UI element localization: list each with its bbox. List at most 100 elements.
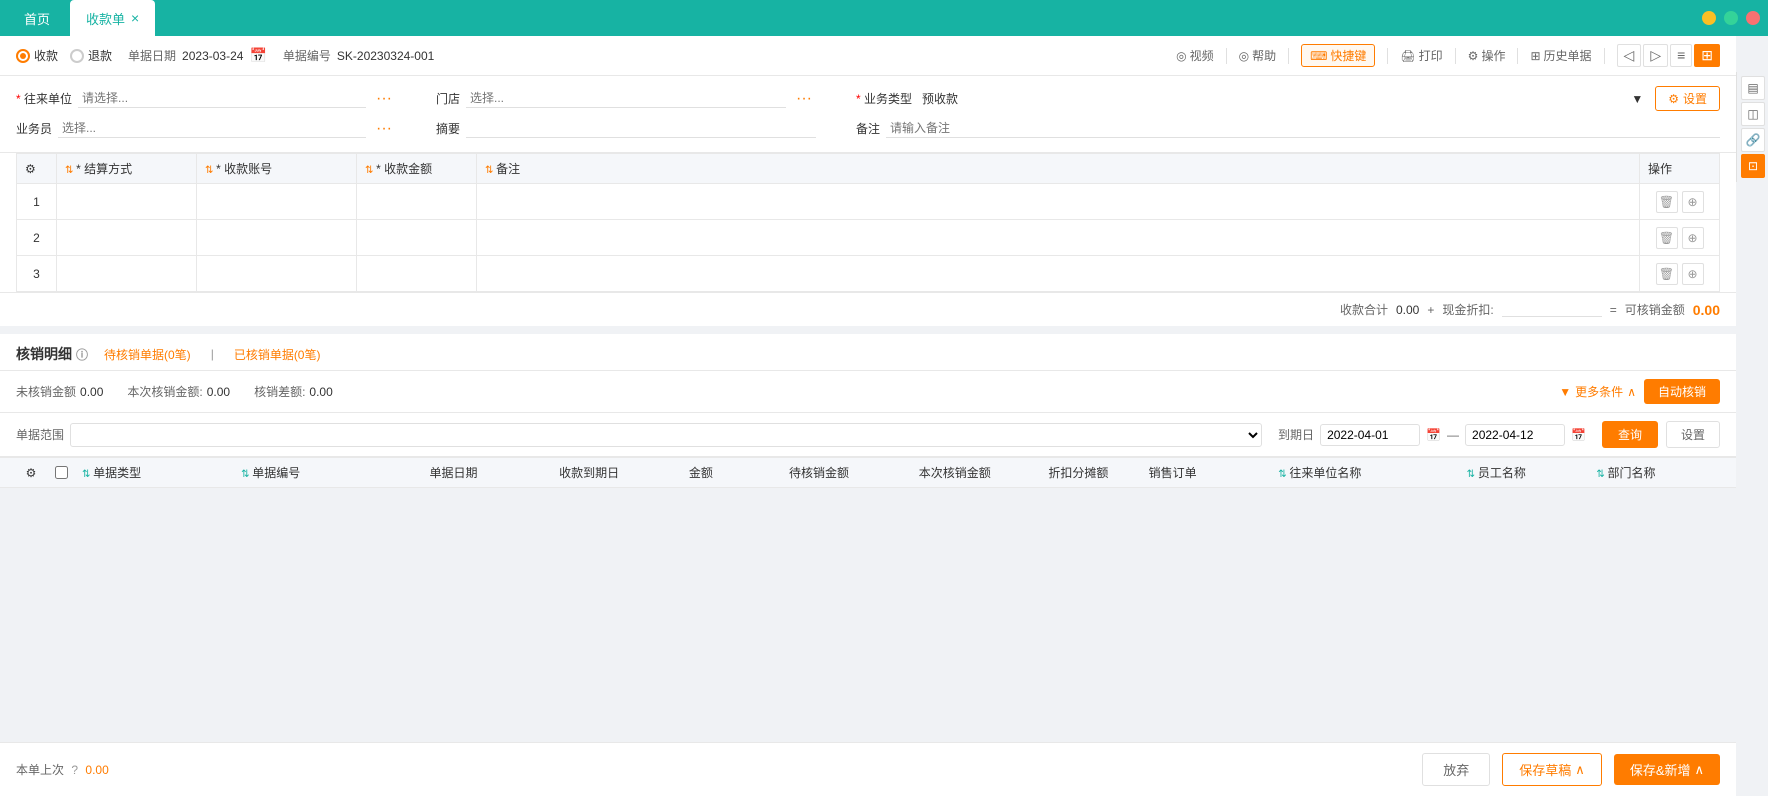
row-account[interactable] (197, 220, 357, 256)
section2-header: 核销明细 ⓘ 待核销单据(0笔) | 已核销单据(0笔) (0, 334, 1736, 371)
remark-input[interactable] (886, 119, 1720, 138)
staff-input[interactable] (58, 119, 366, 138)
upper-section: 收款 退款 单据日期 2023-03-24 📅 单据编号 SK-20230324… (0, 36, 1736, 326)
available-value: 0.00 (1693, 302, 1720, 318)
row-copy-btn[interactable]: ⊕ (1682, 263, 1704, 285)
date-value: 2023-03-24 (182, 49, 243, 63)
sidebar-tool-1[interactable]: ▤ (1741, 76, 1765, 100)
calendar-from-icon[interactable]: 📅 (1426, 428, 1441, 442)
th-checkbox[interactable] (46, 466, 76, 479)
print-btn[interactable]: 🖨 打印 (1400, 47, 1442, 64)
pending-tab[interactable]: 待核销单据(0笔) (104, 346, 191, 363)
date-range-field: 到期日 📅 — 📅 (1278, 424, 1586, 446)
counterparty-more-btn[interactable]: ··· (372, 90, 396, 108)
info-icon[interactable]: ⓘ (76, 346, 88, 363)
save-new-button[interactable]: 保存&新增 ∧ (1614, 754, 1720, 785)
form-row-2: 业务员 ··· 摘要 备注 (16, 119, 1720, 138)
help-btn[interactable]: ◎ 帮助 (1239, 47, 1277, 64)
staff-more-btn[interactable]: ··· (372, 120, 396, 138)
more-filter-btn[interactable]: ▼ 更多条件 ∧ (1559, 383, 1636, 400)
query-btn[interactable]: 查询 (1602, 421, 1658, 448)
row-settle[interactable] (57, 184, 197, 220)
calendar-to-icon[interactable]: 📅 (1571, 428, 1586, 442)
row-settle[interactable] (57, 220, 197, 256)
summary-input[interactable] (466, 119, 816, 138)
row-amount[interactable] (357, 184, 477, 220)
video-btn[interactable]: ◎ 视频 (1176, 47, 1214, 64)
row-account[interactable] (197, 256, 357, 292)
store-input[interactable] (466, 89, 786, 108)
th-staff: ⇅ 员工名称 (1461, 464, 1591, 481)
operation-icon: ⚙ (1468, 49, 1479, 63)
row-copy-btn[interactable]: ⊕ (1682, 191, 1704, 213)
tab-separator: | (211, 347, 214, 361)
history-btn[interactable]: ⊞ 历史单据 (1530, 47, 1591, 64)
row-delete-btn[interactable]: 🗑 (1656, 227, 1678, 249)
store-more-btn[interactable]: ··· (792, 90, 816, 108)
row-copy-btn[interactable]: ⊕ (1682, 227, 1704, 249)
operation-btn[interactable]: ⚙ 操作 (1468, 47, 1506, 64)
discard-button[interactable]: 放弃 (1422, 753, 1490, 786)
radio-tuikuan[interactable]: 退款 (70, 47, 112, 64)
view-prev-btn[interactable]: ▷ (1643, 44, 1668, 67)
calendar-icon[interactable]: 📅 (249, 47, 266, 64)
th-dept: ⇅ 部门名称 (1590, 464, 1720, 481)
range-select[interactable] (70, 423, 1262, 447)
view-list2-btn[interactable]: ≡ (1670, 44, 1692, 67)
row-remark[interactable] (477, 220, 1640, 256)
stat-diff: 核销差额: 0.00 (254, 383, 333, 400)
row-settle[interactable] (57, 256, 197, 292)
equals-sign: = (1610, 303, 1617, 317)
sidebar-tool-2[interactable]: ◫ (1741, 102, 1765, 126)
window-maximize-btn[interactable] (1724, 11, 1738, 25)
done-tab[interactable]: 已核销单据(0笔) (234, 346, 321, 363)
th-gear-s2[interactable]: ⚙ (16, 466, 46, 480)
view-list-btn[interactable]: ◁ (1617, 44, 1642, 67)
settings2-btn[interactable]: 设置 (1666, 421, 1720, 448)
sidebar-tool-4[interactable]: ⊡ (1741, 154, 1765, 178)
biz-required: * (856, 92, 864, 106)
form-area: * 往来单位 ··· 门店 ··· * 业务类型 预收款 (0, 76, 1736, 153)
divider-1 (1226, 48, 1227, 64)
store-label: 门店 (436, 90, 460, 107)
row-remark[interactable] (477, 184, 1640, 220)
operation-label: 操作 (1481, 47, 1505, 64)
section2-stats: 未核销金额 0.00 本次核销金额: 0.00 核销差额: 0.00 ▼ 更多条… (0, 371, 1736, 413)
save-draft-button[interactable]: 保存草稿 ∧ (1502, 753, 1602, 786)
settings-button[interactable]: ⚙ 设置 (1655, 86, 1720, 111)
tab-close-icon[interactable]: × (131, 10, 139, 26)
biz-type-dropdown-icon[interactable]: ▼ (1631, 92, 1643, 106)
sidebar-tool-3[interactable]: 🔗 (1741, 128, 1765, 152)
select-all-checkbox[interactable] (55, 466, 68, 479)
question-icon[interactable]: ? (71, 763, 78, 777)
row-remark[interactable] (477, 256, 1640, 292)
counterparty-input[interactable] (78, 89, 366, 108)
tab-home[interactable]: 首页 (8, 0, 66, 36)
th-gear[interactable]: ⚙ (17, 154, 57, 184)
row-action: 🗑 ⊕ (1640, 220, 1720, 256)
discount-input[interactable] (1502, 302, 1602, 317)
history-icon: ⊞ (1530, 49, 1540, 63)
biz-type-value: 预收款 (922, 90, 958, 107)
row-amount[interactable] (357, 256, 477, 292)
radio-shoukuan[interactable]: 收款 (16, 47, 58, 64)
section2-title: 核销明细 ⓘ (16, 344, 88, 364)
tab-active[interactable]: 收款单 × (70, 0, 155, 36)
view-grid-btn[interactable]: ⊞ (1694, 44, 1720, 67)
shortcut-btn[interactable]: ⌨ 快捷键 (1301, 44, 1375, 67)
window-minimize-btn[interactable] (1702, 11, 1716, 25)
date-from-input[interactable] (1320, 424, 1420, 446)
row-delete-btn[interactable]: 🗑 (1656, 263, 1678, 285)
counterparty-label: * 往来单位 (16, 90, 72, 107)
row-account[interactable] (197, 184, 357, 220)
row-delete-btn[interactable]: 🗑 (1656, 191, 1678, 213)
table-gear-icon: ⚙ (25, 162, 36, 176)
help-icon: ◎ (1239, 49, 1249, 63)
window-close-btn[interactable] (1746, 11, 1760, 25)
sort-icon-amount: ⇅ (365, 165, 376, 176)
row-amount[interactable] (357, 220, 477, 256)
draft-chevron: ∧ (1575, 762, 1585, 778)
date-to-input[interactable] (1465, 424, 1565, 446)
auto-verify-btn[interactable]: 自动核销 (1644, 379, 1720, 404)
section2: 核销明细 ⓘ 待核销单据(0笔) | 已核销单据(0笔) 未核销金额 0.00 … (0, 326, 1736, 488)
